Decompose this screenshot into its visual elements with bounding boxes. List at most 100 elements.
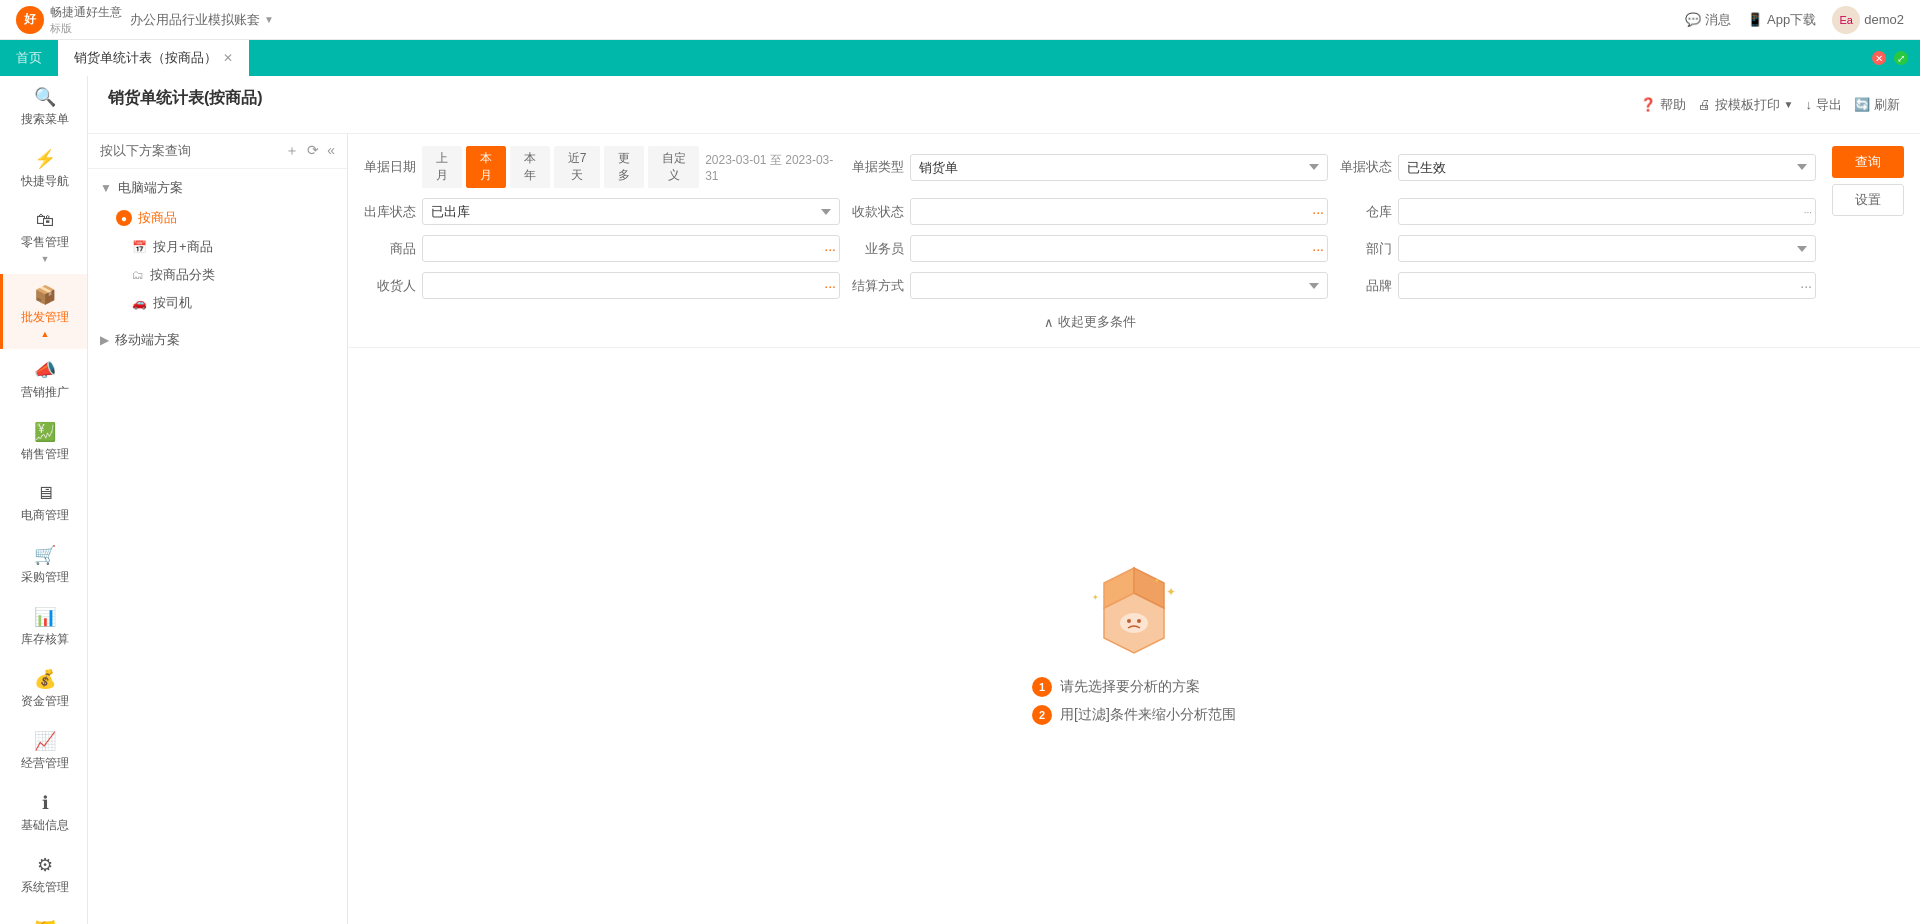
basic-icon: ℹ: [42, 792, 49, 814]
sidebar-item-ecommerce-label: 电商管理: [21, 507, 69, 524]
brand-dots[interactable]: ···: [1800, 278, 1812, 294]
sidebar-item-ecommerce[interactable]: 🖥 电商管理: [0, 473, 87, 534]
tab-home[interactable]: 首页: [0, 40, 58, 76]
export-btn[interactable]: ↓ 导出: [1806, 96, 1843, 114]
salesperson-input[interactable]: [910, 235, 1328, 262]
sidebar-item-marketing-label: 营销推广: [21, 384, 69, 401]
top-bar-right: 💬 消息 📱 App下载 Ea demo2: [1685, 6, 1904, 34]
brand-input[interactable]: [1398, 272, 1816, 299]
tree-add-btn[interactable]: ＋: [285, 142, 299, 160]
date-btn-last-month[interactable]: 上月: [422, 146, 462, 188]
filter-date: 单据日期 上月 本月 本年 近7天: [364, 146, 840, 188]
window-maximize-btn[interactable]: ⤢: [1894, 51, 1908, 65]
sidebar-item-finance[interactable]: 💰 资金管理: [0, 658, 87, 720]
settlement-select[interactable]: [910, 272, 1328, 299]
tree-mobile-header[interactable]: ▶ 移动端方案: [88, 325, 347, 355]
window-close-btn[interactable]: ✕: [1872, 51, 1886, 65]
tree-mobile-label: 移动端方案: [115, 331, 180, 349]
salesperson-control: ···: [910, 235, 1328, 262]
warehouse-input[interactable]: [1398, 198, 1816, 225]
query-buttons: 查询 设置: [1832, 146, 1904, 216]
department-select[interactable]: [1398, 235, 1816, 262]
logo-text: 畅捷通好生意 标版: [50, 4, 122, 36]
tree-collapse-btn[interactable]: «: [327, 142, 335, 160]
main-split: 按以下方案查询 ＋ ⟳ « ▼ 电脑端方案 ● 按商品: [88, 134, 1920, 924]
sidebar-item-system[interactable]: ⚙ 系统管理: [0, 844, 87, 906]
date-btn-custom[interactable]: 自定义: [648, 146, 699, 188]
chevron-down-icon: ▼: [264, 14, 274, 25]
doc-status-select[interactable]: 已生效: [1398, 154, 1816, 181]
date-btn-7days[interactable]: 近7天: [554, 146, 600, 188]
refresh-btn[interactable]: 🔄 刷新: [1854, 96, 1900, 114]
logo-icon: 好: [16, 6, 44, 34]
sidebar-item-inventory[interactable]: 📊 库存核算: [0, 596, 87, 658]
tree-pc-header[interactable]: ▼ 电脑端方案: [88, 173, 347, 203]
tab-sales-stat[interactable]: 销货单统计表（按商品） ✕: [58, 40, 249, 76]
svg-text:✦: ✦: [1092, 593, 1099, 602]
sidebar-item-retail[interactable]: 🛍 零售管理 ▼: [0, 200, 87, 274]
empty-state: ✦ ✦ ✦ 1 请先选择要分析的方案 2: [348, 348, 1920, 924]
settlement-control: [910, 272, 1328, 299]
message-btn[interactable]: 💬 消息: [1685, 11, 1731, 29]
sidebar-item-purchase[interactable]: 🛒 采购管理: [0, 534, 87, 596]
user-avatar-area[interactable]: Ea demo2: [1832, 6, 1904, 34]
sidebar-item-sales[interactable]: 💹 销售管理: [0, 411, 87, 473]
tree-node-by-month-product[interactable]: 📅 按月+商品: [88, 233, 347, 261]
tree-node-by-cashier[interactable]: 🚗 按司机: [88, 289, 347, 317]
sidebar-item-basic[interactable]: ℹ 基础信息: [0, 782, 87, 844]
sidebar-item-wholesale[interactable]: 📦 批发管理 ▲: [0, 274, 87, 349]
template-print-btn[interactable]: 🖨 按模板打印 ▼: [1698, 96, 1794, 114]
marketing-icon: 📣: [34, 359, 56, 381]
settlement-label: 结算方式: [852, 277, 904, 295]
collect-status-input[interactable]: [910, 198, 1328, 225]
content-area: 销货单统计表(按商品) ❓ 帮助 🖨 按模板打印 ▼ ↓ 导出 🔄 刷新: [88, 76, 1920, 924]
sidebar-item-finance-label: 资金管理: [21, 693, 69, 710]
sidebar-item-quick-nav[interactable]: ⚡ 快捷导航: [0, 138, 87, 200]
sidebar-item-search-menu[interactable]: 🔍 搜索菜单: [0, 76, 87, 138]
system-icon: ⚙: [37, 854, 53, 876]
tree-node-by-product[interactable]: ● 按商品: [88, 203, 347, 233]
product-label: 商品: [364, 240, 416, 258]
filter-grid: 单据日期 上月 本月 本年 近7天: [364, 146, 1816, 335]
receiver-input[interactable]: [422, 272, 840, 299]
app-selector[interactable]: 办公用品行业模拟账套 ▼: [130, 11, 274, 29]
help-btn[interactable]: ❓ 帮助: [1640, 96, 1686, 114]
filter-bar: 单据日期 上月 本月 本年 近7天: [348, 134, 1920, 348]
filter-brand: 品牌 ···: [1340, 272, 1816, 299]
tab-sales-stat-label: 销货单统计表（按商品）: [74, 49, 217, 67]
date-btn-this-year[interactable]: 本年: [510, 146, 550, 188]
receiver-dots[interactable]: ···: [824, 278, 836, 294]
search-menu-icon: 🔍: [34, 86, 56, 108]
filter-collect-status: 收款状态 ···: [852, 198, 1328, 225]
sidebar-item-operations[interactable]: 📈 经营管理: [0, 720, 87, 782]
date-label: 单据日期: [364, 158, 416, 176]
filter-doc-status: 单据状态 已生效: [1340, 154, 1816, 181]
doc-type-select[interactable]: 销货单: [910, 154, 1328, 181]
app-download-btn[interactable]: 📱 App下载: [1747, 11, 1816, 29]
tree-node-by-product-category[interactable]: 🗂 按商品分类: [88, 261, 347, 289]
sidebar-item-marketing[interactable]: 📣 营销推广: [0, 349, 87, 411]
sidebar-item-enterprise[interactable]: 🤝 企业协同: [0, 906, 87, 924]
warehouse-more-icon[interactable]: ···: [1804, 206, 1812, 217]
doc-status-control: 已生效: [1398, 154, 1816, 181]
tab-close-icon[interactable]: ✕: [223, 51, 233, 65]
settings-btn[interactable]: 设置: [1832, 184, 1904, 216]
print-icon: 🖨: [1698, 97, 1711, 112]
collect-status-dots[interactable]: ···: [1312, 204, 1324, 220]
tree-pc-label: 电脑端方案: [118, 179, 183, 197]
sub-title: 标版: [50, 21, 122, 36]
collect-status-control: ···: [910, 198, 1328, 225]
sidebar-item-basic-label: 基础信息: [21, 817, 69, 834]
query-btn[interactable]: 查询: [1832, 146, 1904, 178]
salesperson-dots[interactable]: ···: [1312, 241, 1324, 257]
collapse-btn[interactable]: ∧ 收起更多条件: [1044, 313, 1136, 331]
product-dots[interactable]: ···: [824, 241, 836, 257]
tree-refresh-btn[interactable]: ⟳: [307, 142, 319, 160]
date-btn-this-month[interactable]: 本月: [466, 146, 506, 188]
tree-mobile-arrow-icon: ▶: [100, 333, 109, 347]
out-status-select[interactable]: 已出库: [422, 198, 840, 225]
product-input[interactable]: [422, 235, 840, 262]
sales-icon: 💹: [34, 421, 56, 443]
date-btn-more[interactable]: 更多: [604, 146, 644, 188]
tab-bar: 首页 销货单统计表（按商品） ✕ ✕ ⤢: [0, 40, 1920, 76]
